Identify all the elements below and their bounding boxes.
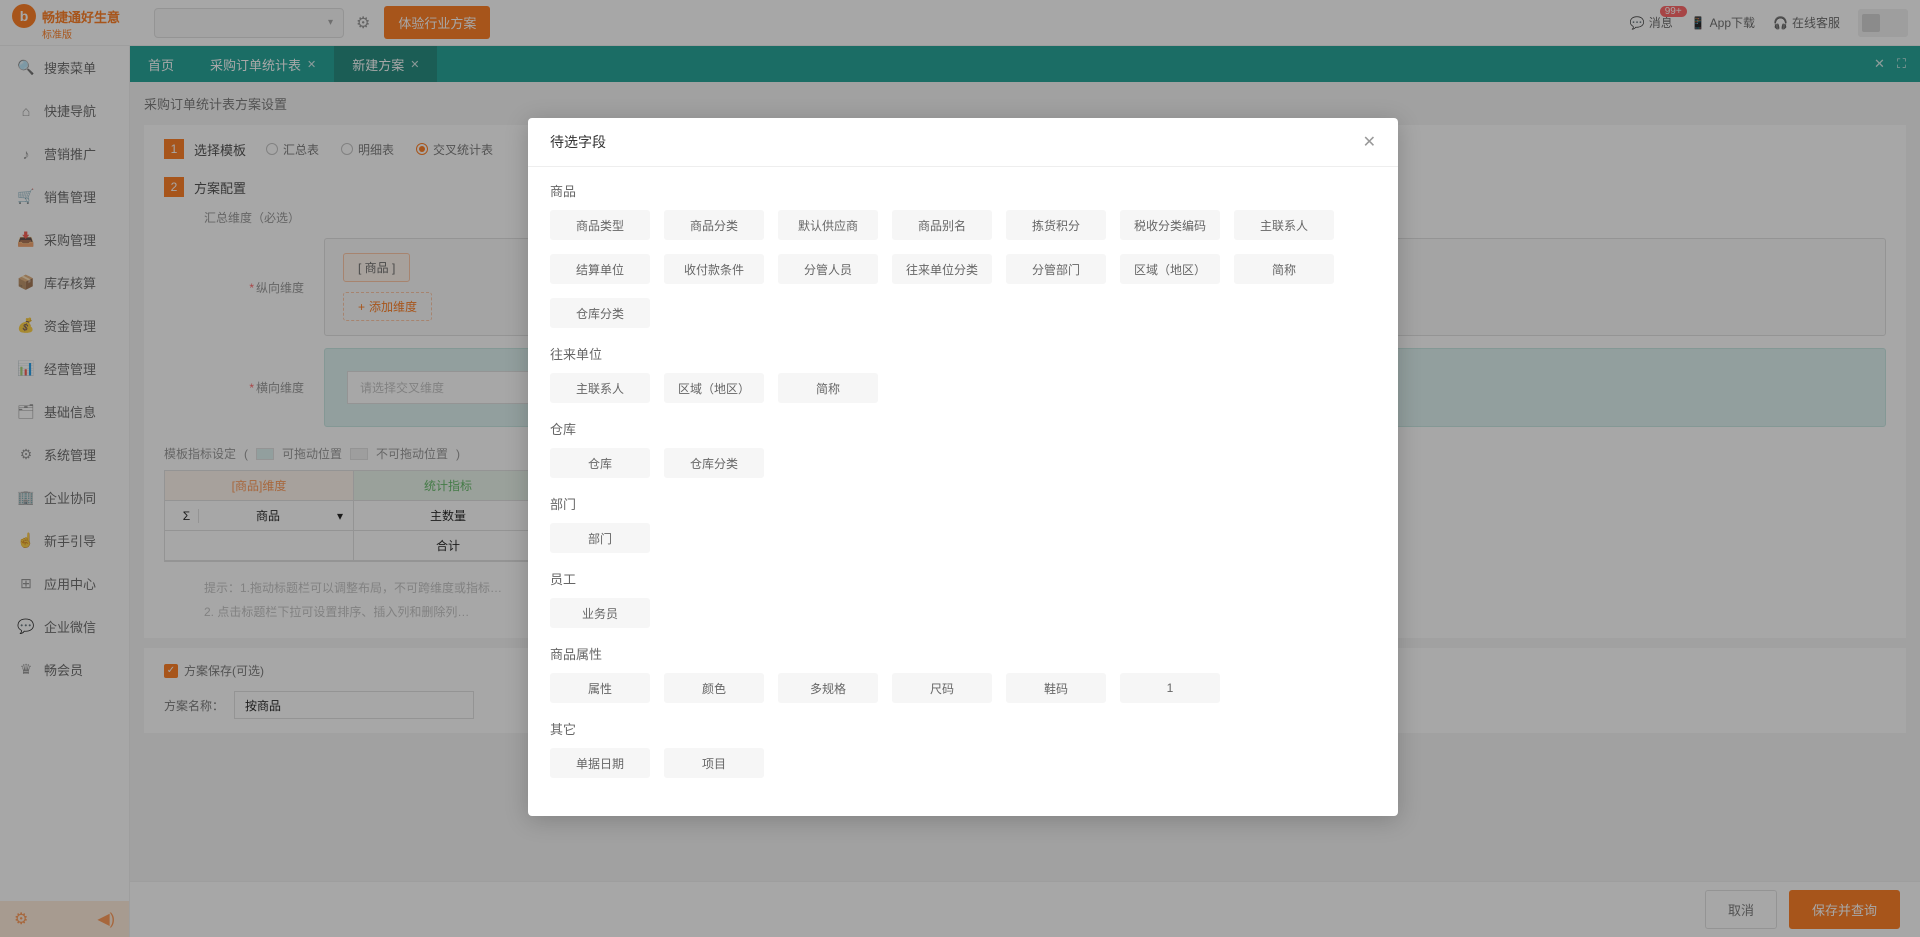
field-tag[interactable]: 分管部门: [1006, 254, 1106, 284]
field-tag[interactable]: 分管人员: [778, 254, 878, 284]
field-group-title: 商品属性: [550, 644, 1376, 663]
field-tag[interactable]: 颜色: [664, 673, 764, 703]
field-tag[interactable]: 收付款条件: [664, 254, 764, 284]
field-tag[interactable]: 默认供应商: [778, 210, 878, 240]
field-tag[interactable]: 鞋码: [1006, 673, 1106, 703]
field-group-title: 员工: [550, 569, 1376, 588]
field-tag[interactable]: 商品分类: [664, 210, 764, 240]
field-tag[interactable]: 部门: [550, 523, 650, 553]
field-tag[interactable]: 尺码: [892, 673, 992, 703]
field-tag[interactable]: 单据日期: [550, 748, 650, 778]
field-group-title: 部门: [550, 494, 1376, 513]
field-tag[interactable]: 商品别名: [892, 210, 992, 240]
field-tag[interactable]: 业务员: [550, 598, 650, 628]
field-group-title: 往来单位: [550, 344, 1376, 363]
field-group-6: 其它单据日期项目: [550, 719, 1376, 778]
close-icon[interactable]: ✕: [1363, 132, 1376, 152]
field-tag[interactable]: 简称: [1234, 254, 1334, 284]
field-group-2: 仓库仓库仓库分类: [550, 419, 1376, 478]
field-tag[interactable]: 仓库: [550, 448, 650, 478]
field-tag[interactable]: 仓库分类: [664, 448, 764, 478]
field-picker-modal: 待选字段 ✕ 商品商品类型商品分类默认供应商商品别名拣货积分税收分类编码主联系人…: [528, 118, 1398, 816]
field-tag[interactable]: 主联系人: [550, 373, 650, 403]
field-tag[interactable]: 主联系人: [1234, 210, 1334, 240]
modal-title: 待选字段: [550, 132, 606, 152]
field-tag[interactable]: 结算单位: [550, 254, 650, 284]
field-tag[interactable]: 拣货积分: [1006, 210, 1106, 240]
field-tag[interactable]: 属性: [550, 673, 650, 703]
field-tag[interactable]: 多规格: [778, 673, 878, 703]
field-tag[interactable]: 商品类型: [550, 210, 650, 240]
field-tag[interactable]: 简称: [778, 373, 878, 403]
field-group-4: 员工业务员: [550, 569, 1376, 628]
field-group-title: 商品: [550, 181, 1376, 200]
field-group-title: 其它: [550, 719, 1376, 738]
field-tag[interactable]: 1: [1120, 673, 1220, 703]
field-group-3: 部门部门: [550, 494, 1376, 553]
field-tag[interactable]: 区域（地区）: [664, 373, 764, 403]
field-group-0: 商品商品类型商品分类默认供应商商品别名拣货积分税收分类编码主联系人结算单位收付款…: [550, 181, 1376, 328]
field-tag[interactable]: 区域（地区）: [1120, 254, 1220, 284]
field-tag[interactable]: 仓库分类: [550, 298, 650, 328]
field-group-1: 往来单位主联系人区域（地区） 简称: [550, 344, 1376, 403]
field-group-title: 仓库: [550, 419, 1376, 438]
field-tag[interactable]: 税收分类编码: [1120, 210, 1220, 240]
field-group-5: 商品属性属性颜色多规格尺码鞋码 1: [550, 644, 1376, 703]
field-tag[interactable]: 项目: [664, 748, 764, 778]
field-tag[interactable]: 往来单位分类: [892, 254, 992, 284]
